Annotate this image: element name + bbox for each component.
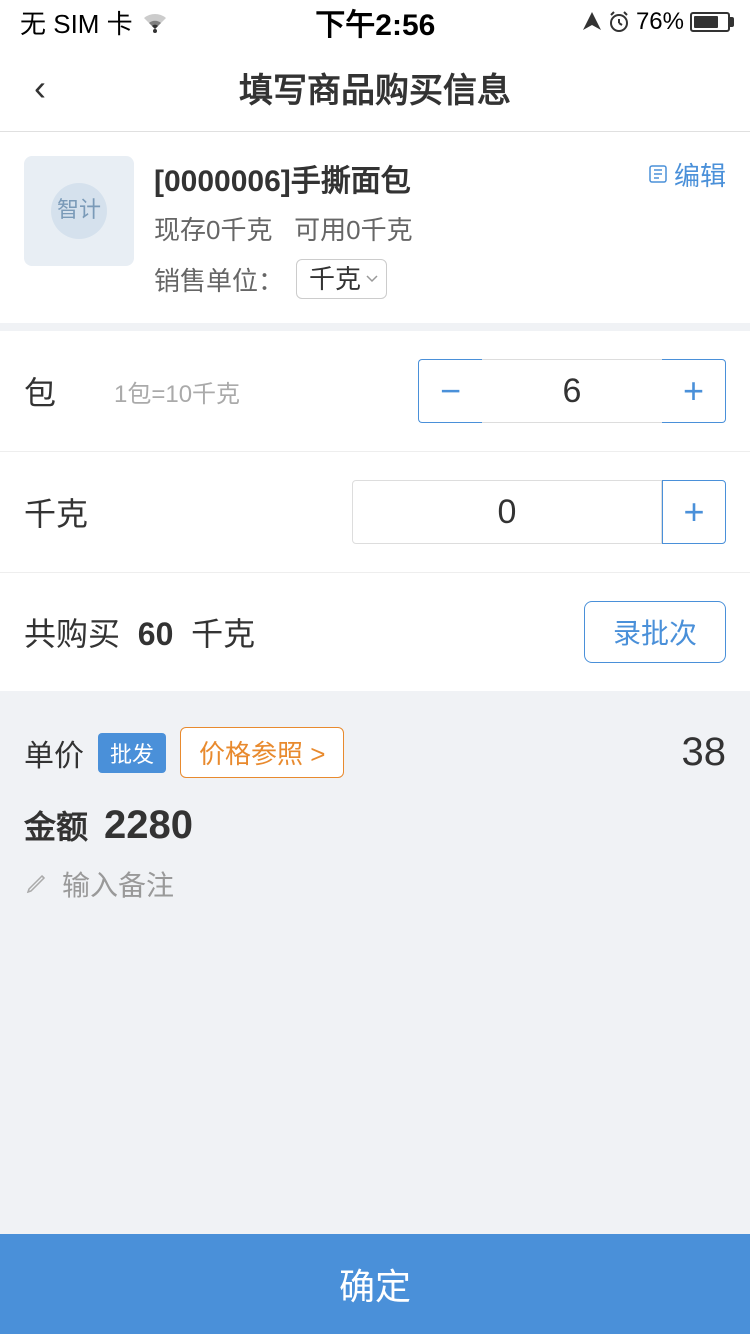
- kg-label: 千克: [24, 489, 104, 535]
- status-time: 下午2:56: [315, 0, 435, 44]
- amount-section: 金额 2280 输入备注: [0, 778, 750, 920]
- package-hint: 1包=10千克: [114, 374, 418, 409]
- status-right: 76%: [582, 8, 730, 36]
- total-section: 共购买 60 千克 录批次: [0, 573, 750, 699]
- product-logo: 智计: [49, 181, 109, 241]
- wifi-icon: [141, 11, 169, 33]
- product-section: 智计 [0000006]手撕面包 编辑 现存0千克 可用0千克 销售单位： 千: [0, 132, 750, 331]
- product-full-name: [0000006]手撕面包: [154, 156, 411, 200]
- location-icon: [582, 11, 602, 33]
- signal-text: 无 SIM 卡: [20, 4, 133, 41]
- alarm-icon: [608, 11, 630, 33]
- battery-icon: [690, 12, 730, 32]
- price-badge: 批发: [98, 733, 166, 773]
- amount-label: 金额: [24, 802, 88, 848]
- content-spacer: [0, 920, 750, 1234]
- package-label: 包: [24, 368, 104, 414]
- amount-value: 2280: [104, 803, 193, 848]
- product-stock: 现存0千克 可用0千克: [154, 210, 726, 247]
- status-bar: 无 SIM 卡 下午2:56 76%: [0, 0, 750, 44]
- product-info: [0000006]手撕面包 编辑 现存0千克 可用0千克 销售单位： 千克 包: [154, 156, 726, 299]
- edit-icon: [648, 164, 670, 186]
- package-plus-button[interactable]: +: [662, 359, 726, 423]
- kg-row: 千克 +: [0, 452, 750, 573]
- remark-row[interactable]: 输入备注: [24, 864, 726, 904]
- package-input[interactable]: [482, 359, 662, 423]
- package-row: 包 1包=10千克 − +: [0, 331, 750, 452]
- svg-text:智计: 智计: [57, 197, 101, 222]
- unit-label: 销售单位：: [154, 261, 284, 298]
- price-ref-button[interactable]: 价格参照 >: [180, 727, 344, 778]
- pencil-icon: [24, 870, 52, 898]
- edit-button[interactable]: 编辑: [648, 156, 726, 193]
- remark-text: 输入备注: [62, 864, 174, 904]
- total-text: 共购买 60 千克: [24, 609, 255, 655]
- price-label: 单价: [24, 731, 84, 775]
- kg-controls: +: [352, 480, 726, 544]
- amount-row: 金额 2280: [24, 802, 726, 848]
- price-value: 38: [682, 730, 727, 775]
- battery-percent: 76%: [636, 8, 684, 36]
- confirm-button[interactable]: 确定: [0, 1234, 750, 1334]
- status-left: 无 SIM 卡: [20, 4, 169, 41]
- kg-input[interactable]: [352, 480, 662, 544]
- price-row: 单价 批发 价格参照 > 38: [24, 727, 726, 778]
- edit-label: 编辑: [674, 156, 726, 193]
- back-button[interactable]: ‹: [24, 57, 56, 119]
- nav-title: 填写商品购买信息: [239, 63, 511, 112]
- unit-row: 销售单位： 千克 包: [154, 259, 726, 299]
- batch-button[interactable]: 录批次: [584, 601, 726, 663]
- quantity-section: 包 1包=10千克 − + 千克 +: [0, 331, 750, 573]
- nav-bar: ‹ 填写商品购买信息: [0, 44, 750, 132]
- package-controls: − +: [418, 359, 726, 423]
- package-minus-button[interactable]: −: [418, 359, 482, 423]
- price-section: 单价 批发 价格参照 > 38: [0, 699, 750, 778]
- unit-select[interactable]: 千克 包: [296, 259, 387, 299]
- kg-plus-button[interactable]: +: [662, 480, 726, 544]
- product-image: 智计: [24, 156, 134, 266]
